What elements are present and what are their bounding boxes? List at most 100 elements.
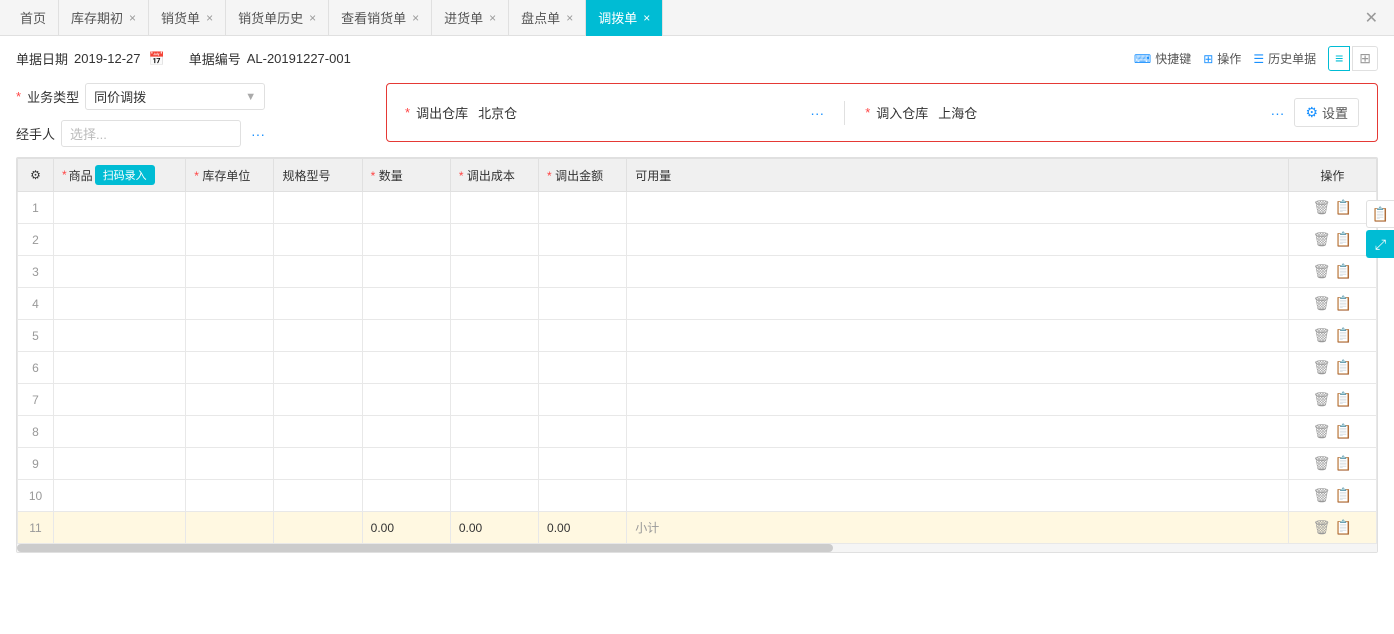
cell-cost-7[interactable] bbox=[450, 384, 538, 416]
cell-qty-10[interactable] bbox=[362, 480, 450, 512]
handler-select[interactable]: 选择... bbox=[61, 120, 241, 147]
cell-ops-9[interactable]: 🗑📋 bbox=[1288, 448, 1376, 480]
tab-view-sales[interactable]: 查看销货单 × bbox=[329, 0, 432, 36]
delete-row-icon-7[interactable]: 🗑 bbox=[1313, 391, 1331, 407]
delete-row-icon-5[interactable]: 🗑 bbox=[1313, 327, 1331, 343]
business-type-select[interactable]: 同价调拨 ▼ bbox=[85, 83, 265, 110]
delete-row-icon-2[interactable]: 🗑 bbox=[1313, 231, 1331, 247]
delete-row-icon-8[interactable]: 🗑 bbox=[1313, 423, 1331, 439]
delete-row-icon-9[interactable]: 🗑 bbox=[1313, 455, 1331, 471]
history-btn[interactable]: ☰ 历史单据 bbox=[1253, 50, 1316, 67]
cell-amount-3[interactable] bbox=[539, 256, 627, 288]
copy-row-icon-10[interactable]: 📋 bbox=[1335, 487, 1352, 503]
cell-product-8[interactable] bbox=[54, 416, 186, 448]
cell-qty-5[interactable] bbox=[362, 320, 450, 352]
cell-ops-10[interactable]: 🗑📋 bbox=[1288, 480, 1376, 512]
copy-row-icon-11[interactable]: 📋 bbox=[1335, 519, 1352, 535]
cell-cost-2[interactable] bbox=[450, 224, 538, 256]
layout-list-btn[interactable]: ≡ bbox=[1328, 46, 1350, 71]
cell-cost-10[interactable] bbox=[450, 480, 538, 512]
transfer-out-more-btn[interactable]: ··· bbox=[810, 105, 824, 121]
window-close-button[interactable]: ✕ bbox=[1357, 8, 1386, 28]
cell-ops-2[interactable]: 🗑📋 bbox=[1288, 224, 1376, 256]
cell-qty-4[interactable] bbox=[362, 288, 450, 320]
cell-amount-5[interactable] bbox=[539, 320, 627, 352]
tab-view-sales-close[interactable]: × bbox=[412, 11, 419, 25]
delete-row-icon-11[interactable]: 🗑 bbox=[1313, 519, 1331, 535]
cell-amount-8[interactable] bbox=[539, 416, 627, 448]
copy-row-icon-7[interactable]: 📋 bbox=[1335, 391, 1352, 407]
cell-product-7[interactable] bbox=[54, 384, 186, 416]
shortcut-btn[interactable]: ⌨ 快捷键 bbox=[1134, 50, 1191, 67]
tab-transfer[interactable]: 调拨单 × bbox=[586, 0, 663, 36]
copy-row-icon-6[interactable]: 📋 bbox=[1335, 359, 1352, 375]
float-doc-btn[interactable]: 📋 bbox=[1366, 200, 1394, 228]
table-scroll-area[interactable]: ⚙ * 商品 扫码录入 * 库存单位 bbox=[17, 158, 1377, 544]
tab-sales-history-close[interactable]: × bbox=[309, 11, 316, 25]
cell-qty-1[interactable] bbox=[362, 192, 450, 224]
th-settings[interactable]: ⚙ bbox=[18, 159, 54, 192]
copy-row-icon-2[interactable]: 📋 bbox=[1335, 231, 1352, 247]
cell-product-1[interactable] bbox=[54, 192, 186, 224]
cell-amount-9[interactable] bbox=[539, 448, 627, 480]
cell-cost-3[interactable] bbox=[450, 256, 538, 288]
handler-more-btn[interactable]: ··· bbox=[251, 126, 265, 142]
tab-sales-order-close[interactable]: × bbox=[206, 11, 213, 25]
cell-product-4[interactable] bbox=[54, 288, 186, 320]
cell-qty-6[interactable] bbox=[362, 352, 450, 384]
tab-purchase-order[interactable]: 进货单 × bbox=[432, 0, 509, 36]
cell-ops-6[interactable]: 🗑📋 bbox=[1288, 352, 1376, 384]
delete-row-icon-3[interactable]: 🗑 bbox=[1313, 263, 1331, 279]
delete-row-icon-10[interactable]: 🗑 bbox=[1313, 487, 1331, 503]
cell-qty-3[interactable] bbox=[362, 256, 450, 288]
cell-qty-8[interactable] bbox=[362, 416, 450, 448]
cell-cost-4[interactable] bbox=[450, 288, 538, 320]
cell-ops-7[interactable]: 🗑📋 bbox=[1288, 384, 1376, 416]
cell-product-6[interactable] bbox=[54, 352, 186, 384]
cell-product-2[interactable] bbox=[54, 224, 186, 256]
cell-ops-3[interactable]: 🗑📋 bbox=[1288, 256, 1376, 288]
delete-row-icon-6[interactable]: 🗑 bbox=[1313, 359, 1331, 375]
cell-amount-7[interactable] bbox=[539, 384, 627, 416]
cell-cost-1[interactable] bbox=[450, 192, 538, 224]
delete-row-icon-1[interactable]: 🗑 bbox=[1313, 199, 1331, 215]
transfer-in-more-btn[interactable]: ··· bbox=[1270, 105, 1284, 121]
layout-grid-btn[interactable]: ⊞ bbox=[1352, 46, 1378, 71]
cell-cost-9[interactable] bbox=[450, 448, 538, 480]
copy-row-icon-1[interactable]: 📋 bbox=[1335, 199, 1352, 215]
scan-input-button[interactable]: 扫码录入 bbox=[95, 165, 155, 185]
cell-amount-1[interactable] bbox=[539, 192, 627, 224]
calendar-icon[interactable]: 📅 bbox=[149, 51, 165, 67]
cell-qty-9[interactable] bbox=[362, 448, 450, 480]
cell-product-10[interactable] bbox=[54, 480, 186, 512]
settings-button[interactable]: ⚙ 设置 bbox=[1294, 98, 1359, 127]
cell-ops-5[interactable]: 🗑📋 bbox=[1288, 320, 1376, 352]
float-expand-btn[interactable]: ⤢ bbox=[1366, 230, 1394, 258]
cell-ops-11[interactable]: 🗑📋 bbox=[1288, 512, 1376, 544]
copy-row-icon-8[interactable]: 📋 bbox=[1335, 423, 1352, 439]
scrollbar-thumb[interactable] bbox=[17, 544, 833, 552]
tab-home[interactable]: 首页 bbox=[8, 0, 59, 36]
cell-qty-2[interactable] bbox=[362, 224, 450, 256]
cell-qty-7[interactable] bbox=[362, 384, 450, 416]
cell-product-5[interactable] bbox=[54, 320, 186, 352]
cell-cost-5[interactable] bbox=[450, 320, 538, 352]
copy-row-icon-9[interactable]: 📋 bbox=[1335, 455, 1352, 471]
tab-sales-history[interactable]: 销货单历史 × bbox=[226, 0, 329, 36]
table-horizontal-scrollbar[interactable] bbox=[17, 544, 1377, 552]
delete-row-icon-4[interactable]: 🗑 bbox=[1313, 295, 1331, 311]
tab-stocktake[interactable]: 盘点单 × bbox=[509, 0, 586, 36]
cell-amount-4[interactable] bbox=[539, 288, 627, 320]
cell-product-3[interactable] bbox=[54, 256, 186, 288]
tab-inventory-init-close[interactable]: × bbox=[129, 11, 136, 25]
cell-ops-4[interactable]: 🗑📋 bbox=[1288, 288, 1376, 320]
tab-stocktake-close[interactable]: × bbox=[566, 11, 573, 25]
tab-sales-order[interactable]: 销货单 × bbox=[149, 0, 226, 36]
cell-ops-8[interactable]: 🗑📋 bbox=[1288, 416, 1376, 448]
tab-purchase-order-close[interactable]: × bbox=[489, 11, 496, 25]
tab-transfer-close[interactable]: × bbox=[643, 11, 650, 25]
copy-row-icon-5[interactable]: 📋 bbox=[1335, 327, 1352, 343]
cell-amount-6[interactable] bbox=[539, 352, 627, 384]
cell-product-9[interactable] bbox=[54, 448, 186, 480]
cell-cost-8[interactable] bbox=[450, 416, 538, 448]
